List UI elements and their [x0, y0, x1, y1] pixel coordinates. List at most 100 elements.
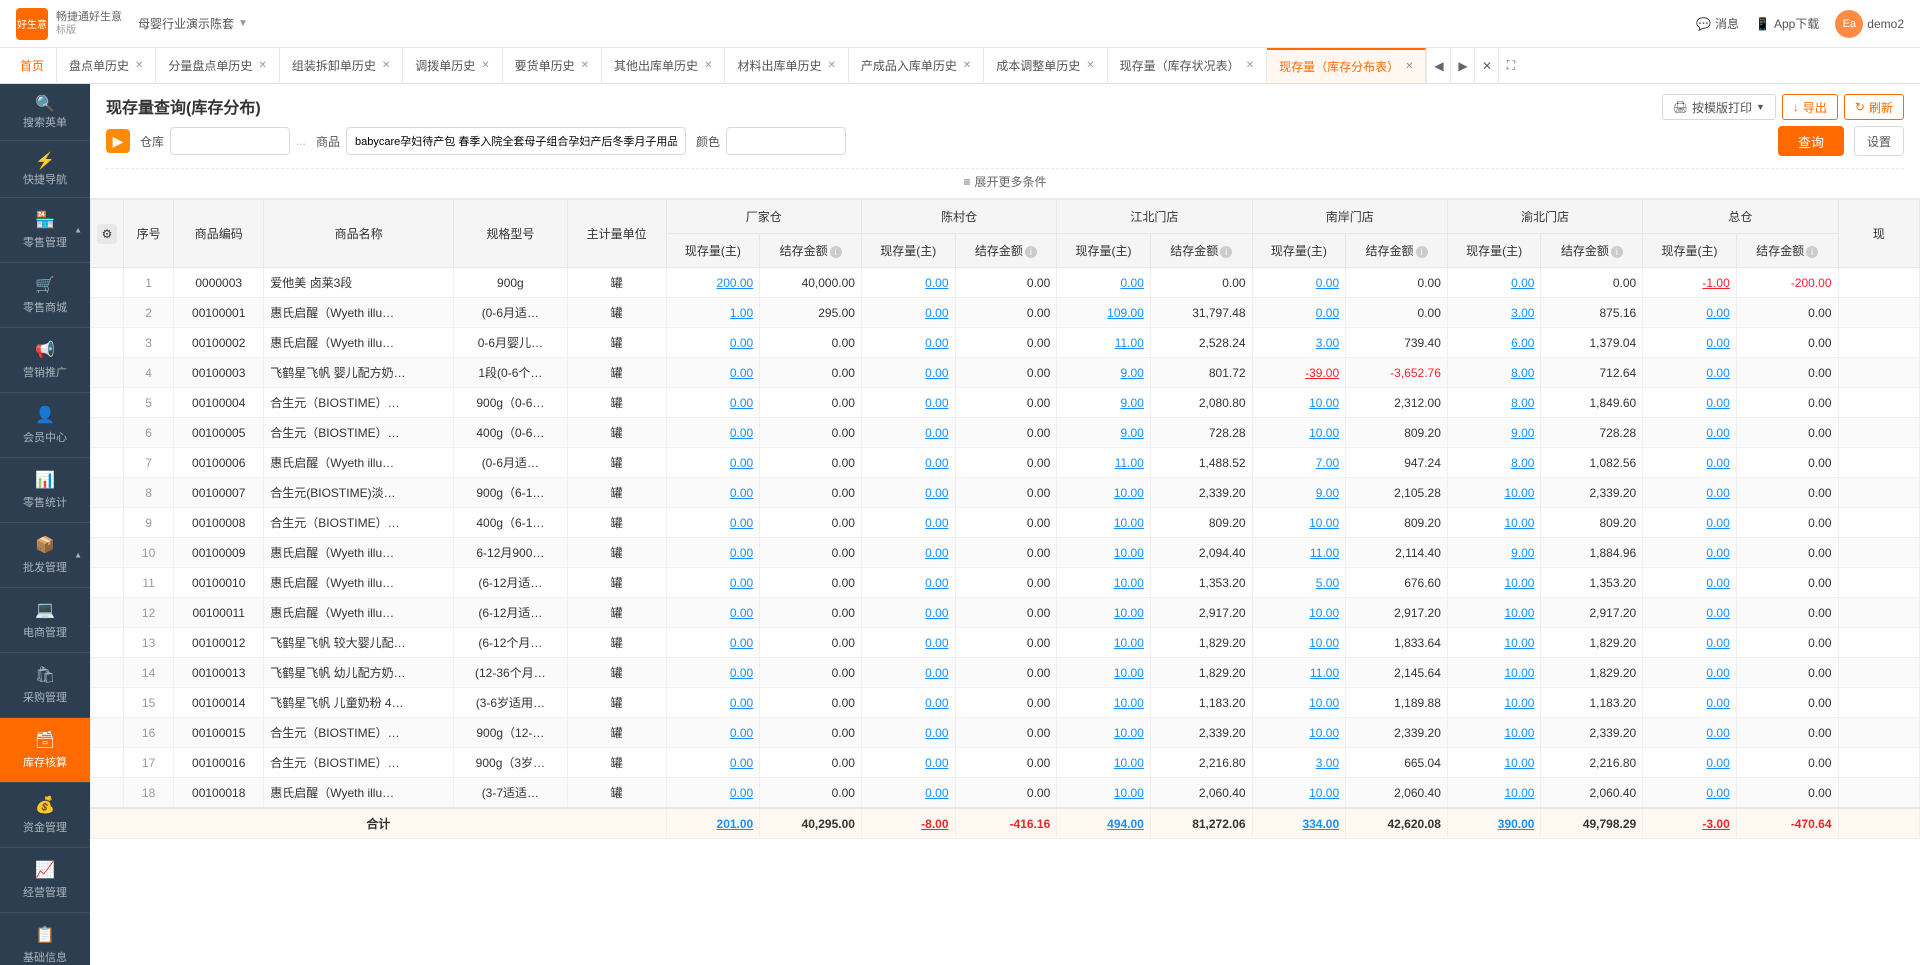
td-c-qty[interactable]: 0.00 — [861, 418, 955, 448]
sidebar-quick-nav[interactable]: ⚡ 快捷导航 — [0, 141, 90, 198]
sidebar-item-retail-mgmt[interactable]: 🏪 零售管理 — [0, 198, 90, 263]
td-na-qty[interactable]: 10.00 — [1252, 598, 1346, 628]
td-yb-qty[interactable]: 6.00 — [1447, 328, 1541, 358]
td-na-qty[interactable]: 9.00 — [1252, 478, 1346, 508]
td-f-qty[interactable]: 0.00 — [666, 598, 760, 628]
td-na-qty[interactable]: 0.00 — [1252, 268, 1346, 298]
td-c-qty[interactable]: 0.00 — [861, 268, 955, 298]
tab-t11[interactable]: 现存量（库存分布表） ✕ — [1267, 48, 1426, 84]
td-f-qty[interactable]: 0.00 — [666, 658, 760, 688]
td-jb-qty[interactable]: 10.00 — [1057, 598, 1151, 628]
td-yb-qty[interactable]: 10.00 — [1447, 748, 1541, 778]
f-amt-info[interactable]: i — [830, 246, 842, 258]
td-total-qty[interactable]: 0.00 — [1643, 388, 1737, 418]
tab-close-t2[interactable]: ✕ — [258, 60, 266, 71]
sidebar-item-ecommerce[interactable]: 💻 电商管理 — [0, 588, 90, 653]
td-f-qty[interactable]: 0.00 — [666, 388, 760, 418]
td-f-qty[interactable]: 200.00 — [666, 268, 760, 298]
collapse-btn[interactable]: ▶ — [106, 129, 130, 153]
td-f-qty[interactable]: 0.00 — [666, 328, 760, 358]
td-na-qty[interactable]: 10.00 — [1252, 718, 1346, 748]
settings-btn[interactable]: 设置 — [1854, 126, 1904, 156]
td-c-qty[interactable]: 0.00 — [861, 358, 955, 388]
td-na-qty[interactable]: 10.00 — [1252, 388, 1346, 418]
sidebar-search[interactable]: 🔍 搜索英单 — [0, 84, 90, 141]
td-yb-qty[interactable]: 3.00 — [1447, 298, 1541, 328]
td-na-qty[interactable]: 10.00 — [1252, 778, 1346, 809]
td-f-qty[interactable]: 0.00 — [666, 508, 760, 538]
td-total-qty[interactable]: 0.00 — [1643, 568, 1737, 598]
tab-nav-close-all[interactable]: ✕ — [1474, 48, 1498, 84]
td-na-qty[interactable]: 10.00 — [1252, 508, 1346, 538]
td-jb-qty[interactable]: 9.00 — [1057, 388, 1151, 418]
tab-t3[interactable]: 组装拆卸单历史 ✕ — [280, 48, 403, 84]
td-total-qty[interactable]: 0.00 — [1643, 658, 1737, 688]
footer-c-qty[interactable]: -8.00 — [861, 808, 955, 839]
tab-home[interactable]: 首页 — [8, 48, 57, 84]
sidebar-item-wholesale[interactable]: 📦 批发管理 — [0, 523, 90, 588]
message-btn[interactable]: 💬 消息 — [1696, 15, 1739, 32]
td-jb-qty[interactable]: 9.00 — [1057, 358, 1151, 388]
td-yb-qty[interactable]: 0.00 — [1447, 268, 1541, 298]
sidebar-item-purchase[interactable]: 🛍 采购管理 — [0, 653, 90, 718]
td-c-qty[interactable]: 0.00 — [861, 388, 955, 418]
td-yb-qty[interactable]: 10.00 — [1447, 628, 1541, 658]
td-jb-qty[interactable]: 0.00 — [1057, 268, 1151, 298]
td-total-qty[interactable]: 0.00 — [1643, 448, 1737, 478]
td-total-qty[interactable]: 0.00 — [1643, 328, 1737, 358]
td-c-qty[interactable]: 0.00 — [861, 688, 955, 718]
td-yb-qty[interactable]: 10.00 — [1447, 778, 1541, 809]
sidebar-item-retail-store[interactable]: 🛒 零售商城 — [0, 263, 90, 328]
td-total-qty[interactable]: 0.00 — [1643, 298, 1737, 328]
td-f-qty[interactable]: 1.00 — [666, 298, 760, 328]
td-c-qty[interactable]: 0.00 — [861, 448, 955, 478]
td-f-qty[interactable]: 0.00 — [666, 448, 760, 478]
td-total-qty[interactable]: 0.00 — [1643, 688, 1737, 718]
td-jb-qty[interactable]: 109.00 — [1057, 298, 1151, 328]
td-na-qty[interactable]: -39.00 — [1252, 358, 1346, 388]
sidebar-item-finance[interactable]: 💰 资金管理 — [0, 783, 90, 848]
td-c-qty[interactable]: 0.00 — [861, 658, 955, 688]
td-total-qty[interactable]: 0.00 — [1643, 508, 1737, 538]
td-jb-qty[interactable]: 10.00 — [1057, 778, 1151, 809]
sidebar-item-inventory[interactable]: 🗃 库存核算 — [0, 718, 90, 783]
td-f-qty[interactable]: 0.00 — [666, 718, 760, 748]
goods-input[interactable] — [346, 127, 686, 155]
td-total-qty[interactable]: 0.00 — [1643, 778, 1737, 809]
td-na-qty[interactable]: 10.00 — [1252, 688, 1346, 718]
td-jb-qty[interactable]: 10.00 — [1057, 658, 1151, 688]
td-yb-qty[interactable]: 9.00 — [1447, 418, 1541, 448]
yb-amt-info[interactable]: i — [1611, 246, 1623, 258]
td-yb-qty[interactable]: 8.00 — [1447, 358, 1541, 388]
td-yb-qty[interactable]: 8.00 — [1447, 448, 1541, 478]
td-na-qty[interactable]: 11.00 — [1252, 658, 1346, 688]
td-na-qty[interactable]: 3.00 — [1252, 748, 1346, 778]
warehouse-input[interactable] — [170, 127, 290, 155]
app-download-btn[interactable]: 📱 App下载 — [1755, 15, 1819, 32]
td-yb-qty[interactable]: 10.00 — [1447, 478, 1541, 508]
tab-close-t7[interactable]: ✕ — [827, 60, 835, 71]
td-c-qty[interactable]: 0.00 — [861, 718, 955, 748]
tab-close-t6[interactable]: ✕ — [704, 60, 712, 71]
td-jb-qty[interactable]: 10.00 — [1057, 508, 1151, 538]
sidebar-item-ops[interactable]: 📈 经营管理 — [0, 848, 90, 913]
td-jb-qty[interactable]: 11.00 — [1057, 448, 1151, 478]
td-total-qty[interactable]: 0.00 — [1643, 418, 1737, 448]
tab-nav-expand[interactable]: ⛶ — [1498, 48, 1522, 84]
td-f-qty[interactable]: 0.00 — [666, 538, 760, 568]
c-amt-info[interactable]: i — [1025, 246, 1037, 258]
tab-close-t1[interactable]: ✕ — [135, 60, 143, 71]
td-total-qty[interactable]: 0.00 — [1643, 718, 1737, 748]
td-jb-qty[interactable]: 10.00 — [1057, 748, 1151, 778]
tab-t1[interactable]: 盘点单历史 ✕ — [57, 48, 156, 84]
td-f-qty[interactable]: 0.00 — [666, 778, 760, 809]
td-yb-qty[interactable]: 9.00 — [1447, 538, 1541, 568]
td-yb-qty[interactable]: 10.00 — [1447, 508, 1541, 538]
footer-jb-qty[interactable]: 494.00 — [1057, 808, 1151, 839]
td-c-qty[interactable]: 0.00 — [861, 778, 955, 809]
expand-btn[interactable]: ≡ 展开更多条件 — [963, 173, 1046, 190]
td-c-qty[interactable]: 0.00 — [861, 598, 955, 628]
footer-yb-qty[interactable]: 390.00 — [1447, 808, 1541, 839]
td-total-qty[interactable]: -1.00 — [1643, 268, 1737, 298]
footer-f-qty[interactable]: 201.00 — [666, 808, 760, 839]
